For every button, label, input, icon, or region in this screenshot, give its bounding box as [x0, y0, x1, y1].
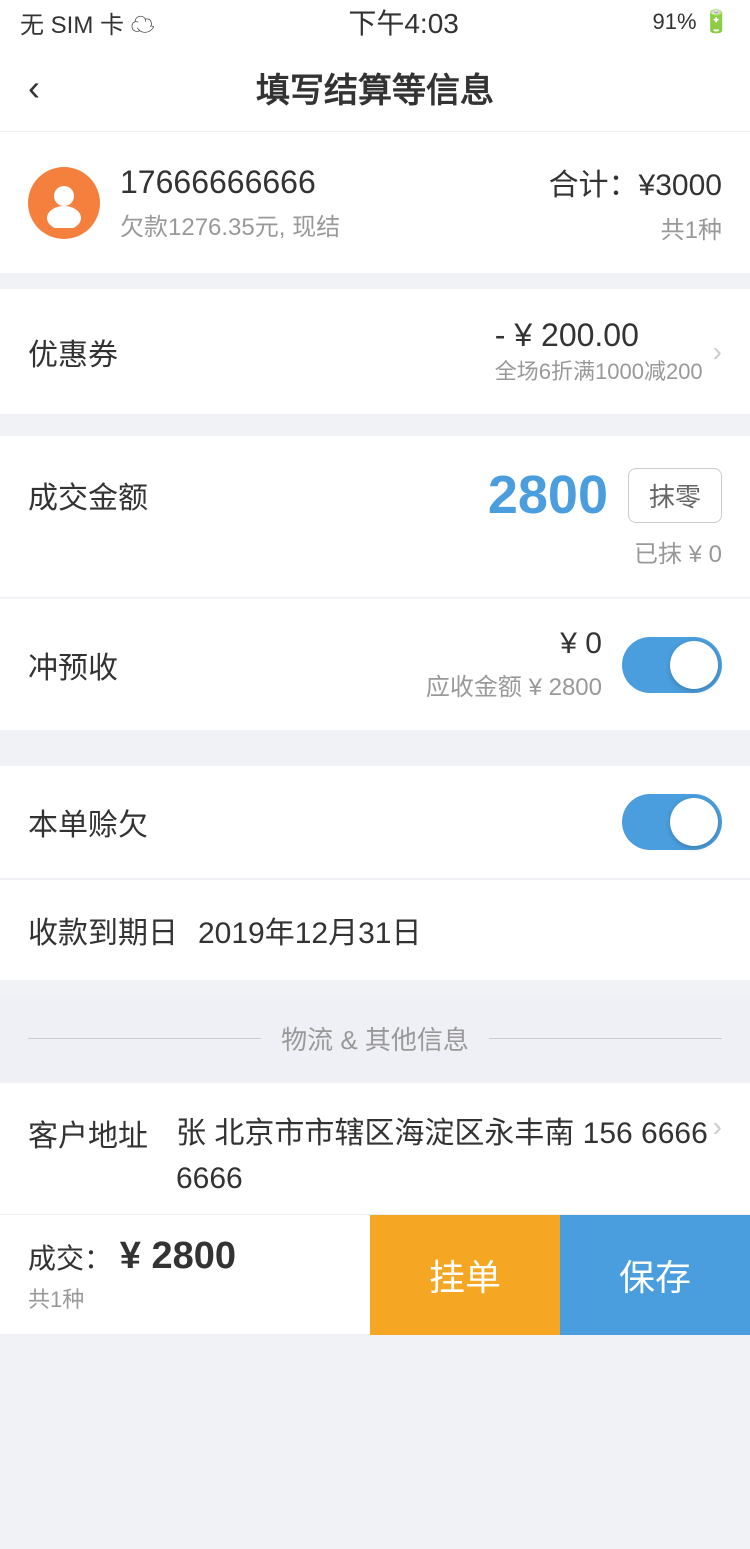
bottom-deal-amount: ¥ 2800 [120, 1235, 236, 1277]
avatar [28, 167, 100, 239]
prepay-right: ¥ 0 应收金额 ¥ 2800 [426, 627, 722, 702]
section-divider-1 [0, 416, 750, 436]
prepay-info: ¥ 0 应收金额 ¥ 2800 [426, 627, 602, 702]
prepay-amount: ¥ 0 [426, 627, 602, 661]
status-right: 91% 🔋 [653, 9, 730, 35]
status-left: 无 SIM 卡 ☁ [20, 5, 155, 40]
coupon-row[interactable]: 优惠券 - ¥ 200.00 全场6折满1000减200 › [0, 289, 750, 414]
debt-section: 本单赊欠 [0, 766, 750, 878]
bottom-summary: 成交： ¥ 2800 共1种 [0, 1235, 370, 1314]
prepay-toggle[interactable] [622, 637, 722, 693]
coupon-label: 优惠券 [28, 330, 118, 374]
address-chevron-icon: › [713, 1111, 722, 1143]
customer-right: 合计：¥3000 共1种 [549, 160, 722, 245]
prepay-receivable: 应收金额 ¥ 2800 [426, 667, 602, 702]
address-value: 张 北京市市辖区海淀区永丰南 156 6666 6666 [176, 1111, 713, 1201]
total-count: 共1种 [549, 210, 722, 245]
battery-icon: 🔋 [703, 9, 730, 35]
amount-sub: 已抹 ¥ 0 [28, 534, 722, 569]
round-button[interactable]: 抹零 [628, 468, 722, 523]
customer-left: 17666666666 欠款1276.35元, 现结 [28, 164, 340, 242]
customer-card: 17666666666 欠款1276.35元, 现结 合计：¥3000 共1种 [0, 132, 750, 273]
amount-right: 2800 抹零 [488, 464, 722, 526]
duedate-section: 收款到期日 2019年12月31日 [0, 880, 750, 980]
logistics-line-left [28, 1038, 261, 1039]
logistics-header: 物流 & 其他信息 [0, 996, 750, 1081]
nav-bar: ‹ 填写结算等信息 [0, 44, 750, 132]
coupon-discount: - ¥ 200.00 [495, 317, 703, 354]
amount-row: 成交金额 2800 抹零 [28, 464, 722, 526]
amount-label: 成交金额 [28, 473, 148, 517]
section-divider-2 [0, 730, 750, 750]
sim-label: 无 SIM 卡 ☁ [20, 5, 155, 40]
bottom-count: 共1种 [28, 1282, 342, 1314]
prepay-section: 冲预收 ¥ 0 应收金额 ¥ 2800 [0, 599, 750, 730]
prepay-label: 冲预收 [28, 643, 118, 687]
address-label: 客户地址 [28, 1111, 148, 1155]
address-section[interactable]: 客户地址 张 北京市市辖区海淀区永丰南 156 6666 6666 › [0, 1083, 750, 1229]
duedate-value: 2019年12月31日 [198, 908, 421, 952]
debt-toggle[interactable] [622, 794, 722, 850]
coupon-desc: 全场6折满1000减200 [495, 354, 703, 386]
amount-section: 成交金额 2800 抹零 已抹 ¥ 0 [0, 436, 750, 597]
customer-info: 17666666666 欠款1276.35元, 现结 [120, 164, 340, 242]
amount-value: 2800 [488, 464, 608, 526]
debt-label: 本单赊欠 [28, 800, 148, 844]
logistics-line-right [489, 1038, 722, 1039]
hang-button[interactable]: 挂单 [370, 1215, 560, 1335]
coupon-right: - ¥ 200.00 全场6折满1000减200 › [495, 317, 722, 386]
back-button[interactable]: ‹ [28, 67, 40, 109]
customer-phone: 17666666666 [120, 164, 340, 201]
logistics-title: 物流 & 其他信息 [261, 1020, 489, 1057]
total-amount: 合计：¥3000 [549, 160, 722, 204]
page-title: 填写结算等信息 [256, 63, 494, 112]
status-bar: 无 SIM 卡 ☁ 下午4:03 91% 🔋 [0, 0, 750, 44]
customer-debt: 欠款1276.35元, 现结 [120, 207, 340, 242]
status-time: 下午4:03 [348, 2, 459, 42]
save-button[interactable]: 保存 [560, 1215, 750, 1335]
bottom-deal-row: 成交： ¥ 2800 [28, 1235, 342, 1278]
main-content: 17666666666 欠款1276.35元, 现结 合计：¥3000 共1种 … [0, 132, 750, 1549]
chevron-right-icon: › [713, 336, 722, 368]
duedate-label: 收款到期日 [28, 908, 178, 952]
bottom-bar: 成交： ¥ 2800 共1种 挂单 保存 [0, 1214, 750, 1334]
debt-toggle-thumb [670, 798, 718, 846]
battery-label: 91% [653, 9, 697, 35]
bottom-deal-label: 成交： [28, 1243, 112, 1274]
toggle-thumb [670, 641, 718, 689]
